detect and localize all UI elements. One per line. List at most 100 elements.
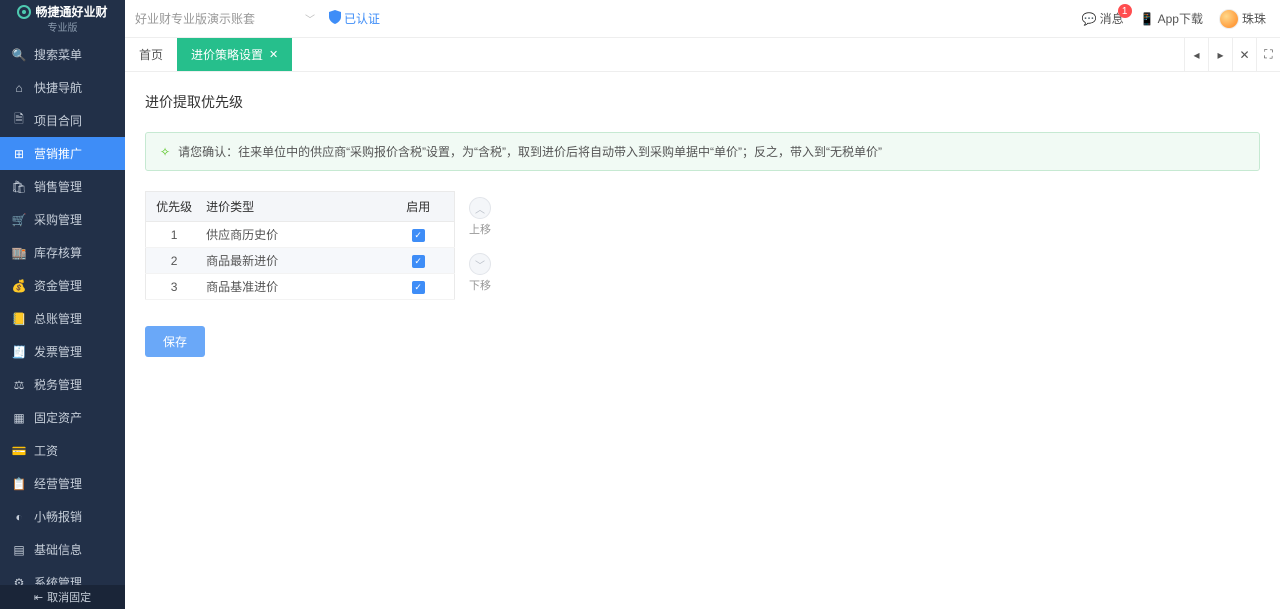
sidebar-item-icon: ▦ xyxy=(12,411,26,425)
checkbox[interactable]: ✓ xyxy=(412,255,425,268)
sidebar-item-icon: 🗎 xyxy=(12,110,26,131)
tab-1[interactable]: 进价策略设置✕ xyxy=(177,38,292,71)
save-button[interactable]: 保存 xyxy=(145,326,205,357)
sidebar-item-icon: 💳 xyxy=(12,444,26,458)
sidebar-item-9[interactable]: 🧾 发票管理 xyxy=(0,335,125,368)
tab-prev-button[interactable]: ◂ xyxy=(1184,38,1208,71)
table-row[interactable]: 2商品最新进价✓ xyxy=(146,248,455,274)
sidebar-item-3[interactable]: ⊞营销推广 xyxy=(0,137,125,170)
tenant-selector[interactable]: 好业财专业版演示账套 ﹀ xyxy=(135,10,315,27)
sidebar-item-14[interactable]: ◐ 小畅报销 xyxy=(0,500,125,533)
cell-priority: 3 xyxy=(146,274,203,300)
user-name: 珠珠 xyxy=(1242,10,1266,27)
tab-next-button[interactable]: ▸ xyxy=(1208,38,1232,71)
sidebar-item-label: 销售管理 xyxy=(34,178,82,195)
sidebar-item-label: 发票管理 xyxy=(34,343,82,360)
sidebar-pin-toggle[interactable]: ⇤ 取消固定 xyxy=(0,585,125,609)
sidebar-item-icon: ⚖ xyxy=(12,378,26,392)
messages-button[interactable]: 💬 消息 1 xyxy=(1082,10,1124,27)
cell-enabled: ✓ xyxy=(382,222,454,248)
sidebar-item-label: 经营管理 xyxy=(34,475,82,492)
move-up-label: 上移 xyxy=(469,221,491,237)
chevron-up-icon: ︿ xyxy=(475,201,485,216)
col-priority: 优先级 xyxy=(146,192,203,222)
sidebar-item-label: 税务管理 xyxy=(34,376,82,393)
sidebar-item-1[interactable]: ⌂ 快捷导航 xyxy=(0,71,125,104)
topbar-right: 💬 消息 1 📱 App下载 珠珠 xyxy=(1082,9,1280,29)
sidebar-item-label: 总账管理 xyxy=(34,310,82,327)
sidebar-item-icon: 📒 xyxy=(12,312,26,326)
brand: 畅捷通好业财 专业版 xyxy=(0,0,125,38)
sidebar-item-icon: ◐ xyxy=(12,510,26,524)
move-down-button[interactable]: ﹀ xyxy=(469,253,491,275)
download-label: App下载 xyxy=(1158,10,1203,27)
sidebar-item-icon: 🔍 xyxy=(12,48,26,62)
col-enabled: 启用 xyxy=(382,192,454,222)
sidebar-item-label: 资金管理 xyxy=(34,277,82,294)
shield-icon xyxy=(329,10,341,27)
app-download-button[interactable]: 📱 App下载 xyxy=(1140,10,1203,27)
tab-close-all-button[interactable]: ✕ xyxy=(1232,38,1256,71)
caret-left-icon: ◂ xyxy=(1193,48,1199,62)
move-down-label: 下移 xyxy=(469,277,491,293)
tab-label: 首页 xyxy=(139,46,163,63)
priority-table: 优先级 进价类型 启用 1供应商历史价✓2商品最新进价✓3商品基准进价 ✓ xyxy=(145,191,455,300)
close-icon[interactable]: ✕ xyxy=(269,48,278,61)
verified-badge[interactable]: 已认证 xyxy=(329,10,380,27)
info-icon: ✧ xyxy=(160,145,170,159)
sidebar-item-8[interactable]: 📒 总账管理 xyxy=(0,302,125,335)
top-bar: 畅捷通好业财 专业版 好业财专业版演示账套 ﹀ 已认证 💬 消息 1 📱 App… xyxy=(0,0,1280,38)
phone-icon: 📱 xyxy=(1140,12,1155,26)
sidebar-item-5[interactable]: 🛒采购管理 xyxy=(0,203,125,236)
sidebar-item-icon: ▤ xyxy=(12,543,26,557)
sidebar-item-icon: ⊞ xyxy=(12,147,26,161)
sidebar-item-4[interactable]: 🛍销售管理 xyxy=(0,170,125,203)
table-row[interactable]: 3商品基准进价 ✓ xyxy=(146,274,455,300)
cell-enabled: ✓ xyxy=(382,248,454,274)
verified-label: 已认证 xyxy=(344,10,380,27)
sidebar-item-icon: 💰 xyxy=(12,279,26,293)
sidebar-item-label: 快捷导航 xyxy=(34,79,82,96)
sidebar-item-label: 固定资产 xyxy=(34,409,82,426)
sidebar-item-15[interactable]: ▤ 基础信息 xyxy=(0,533,125,566)
sidebar-item-7[interactable]: 💰 资金管理 xyxy=(0,269,125,302)
sidebar-item-icon: ⌂ xyxy=(12,81,26,95)
alert-text: 请您确认：往来单位中的供应商“采购报价含税”设置，为“含税”，取到进价后将自动带… xyxy=(178,143,882,160)
avatar xyxy=(1219,9,1239,29)
cell-priority: 2 xyxy=(146,248,203,274)
table-row[interactable]: 1供应商历史价✓ xyxy=(146,222,455,248)
main-content: 进价提取优先级 ✧ 请您确认：往来单位中的供应商“采购报价含税”设置，为“含税”… xyxy=(125,72,1280,609)
checkbox[interactable]: ✓ xyxy=(412,229,425,242)
tenant-name: 好业财专业版演示账套 xyxy=(135,10,255,27)
info-alert: ✧ 请您确认：往来单位中的供应商“采购报价含税”设置，为“含税”，取到进价后将自… xyxy=(145,132,1260,171)
sidebar-item-label: 基础信息 xyxy=(34,541,82,558)
col-type: 进价类型 xyxy=(202,192,382,222)
cell-priority: 1 xyxy=(146,222,203,248)
move-controls: ︿ 上移 ﹀ 下移 xyxy=(469,191,491,293)
close-icon: ✕ xyxy=(1239,48,1249,62)
messages-badge: 1 xyxy=(1118,4,1132,18)
tab-0[interactable]: 首页 xyxy=(125,38,177,71)
cell-enabled: ✓ xyxy=(382,274,454,300)
fullscreen-button[interactable]: ⛶ xyxy=(1256,38,1280,71)
move-up-button[interactable]: ︿ xyxy=(469,197,491,219)
sidebar-item-icon: 🧾 xyxy=(12,345,26,359)
sidebar-item-label: 采购管理 xyxy=(34,211,82,228)
sidebar-item-6[interactable]: 🏬库存核算 xyxy=(0,236,125,269)
sidebar-item-2[interactable]: 🗎 项目合同 xyxy=(0,104,125,137)
sidebar-item-0[interactable]: 🔍搜索菜单 xyxy=(0,38,125,71)
checkbox[interactable]: ✓ xyxy=(412,281,425,294)
sidebar-item-11[interactable]: ▦ 固定资产 xyxy=(0,401,125,434)
sidebar-item-label: 项目合同 xyxy=(34,112,82,129)
cell-type: 商品基准进价 xyxy=(202,274,382,300)
brand-edition: 专业版 xyxy=(48,19,78,34)
sidebar-item-label: 小畅报销 xyxy=(34,508,82,525)
sidebar-item-12[interactable]: 💳工资 xyxy=(0,434,125,467)
sidebar-item-13[interactable]: 📋经营管理 xyxy=(0,467,125,500)
user-menu[interactable]: 珠珠 xyxy=(1219,9,1266,29)
expand-icon: ⛶ xyxy=(1264,47,1272,62)
sidebar-item-icon: 🏬 xyxy=(12,246,26,260)
sidebar-footer-label: 取消固定 xyxy=(47,589,91,605)
sidebar-item-10[interactable]: ⚖ 税务管理 xyxy=(0,368,125,401)
caret-right-icon: ▸ xyxy=(1217,48,1223,62)
